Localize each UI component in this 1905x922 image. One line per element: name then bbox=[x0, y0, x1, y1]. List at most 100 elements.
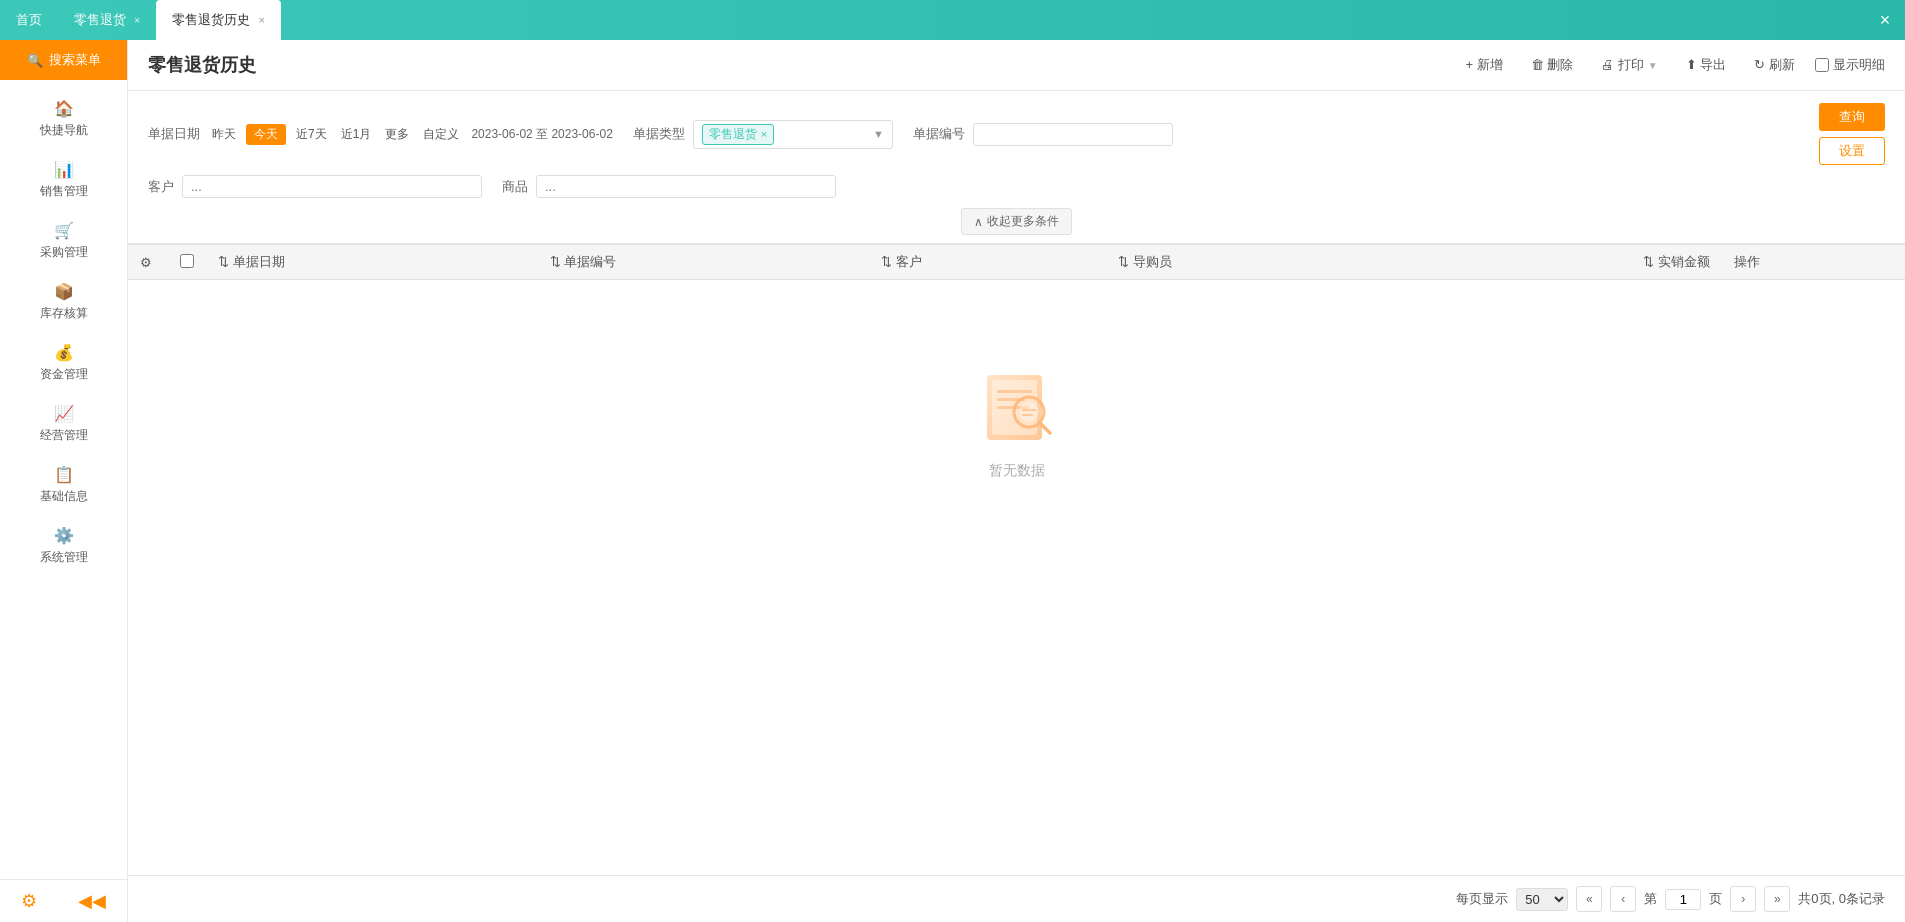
tab-close-retail-return-history[interactable]: × bbox=[258, 14, 264, 26]
data-table: ⚙ ⇅ 单据日期 ⇅ 单据编号 ⇅ 客户 bbox=[128, 244, 1905, 520]
customer-input[interactable] bbox=[182, 175, 482, 198]
sidebar-item-system-mgmt[interactable]: ⚙️ 系统管理 bbox=[0, 515, 127, 576]
date-opt-yesterday[interactable]: 昨天 bbox=[208, 124, 240, 145]
doc-type-select[interactable]: 零售退货 × ▼ bbox=[693, 120, 893, 149]
page-header: 零售退货历史 + 新增 🗑 删除 🖨 打印 ▼ ⬆ 导出 ↻ 刷新 bbox=[128, 40, 1905, 91]
table-header-row: ⚙ ⇅ 单据日期 ⇅ 单据编号 ⇅ 客户 bbox=[128, 245, 1905, 280]
pagination-bar: 每页显示 50 10 20 100 « ‹ 第 页 › » 共0页, 0条记录 bbox=[128, 875, 1905, 922]
show-detail-label: 显示明细 bbox=[1833, 56, 1885, 74]
header-actions: + 新增 🗑 删除 🖨 打印 ▼ ⬆ 导出 ↻ 刷新 显示明细 bbox=[1457, 52, 1885, 78]
doc-type-chevron-icon: ▼ bbox=[873, 128, 884, 140]
date-opt-custom[interactable]: 自定义 bbox=[419, 124, 463, 145]
collapse-filter-button[interactable]: ∧ 收起更多条件 bbox=[961, 208, 1072, 235]
empty-state-row: 暂无数据 bbox=[128, 280, 1905, 521]
print-label: 🖨 打印 bbox=[1601, 56, 1644, 74]
sidebar-item-purchase-mgmt[interactable]: 🛒 采购管理 bbox=[0, 210, 127, 271]
sidebar-item-quick-nav[interactable]: 🏠 快捷导航 bbox=[0, 88, 127, 149]
th-doc-date: ⇅ 单据日期 bbox=[206, 245, 538, 280]
tab-retail-return-history[interactable]: 零售退货历史× bbox=[156, 0, 280, 40]
empty-state-icon bbox=[967, 360, 1067, 450]
content-area: 零售退货历史 + 新增 🗑 删除 🖨 打印 ▼ ⬆ 导出 ↻ 刷新 bbox=[128, 40, 1905, 922]
collapse-up-icon: ∧ bbox=[974, 215, 983, 229]
nav-label-purchase-mgmt: 采购管理 bbox=[40, 244, 88, 261]
customer-filter-group: 客户 bbox=[148, 175, 482, 198]
th-doc-number-label: ⇅ 单据编号 bbox=[550, 254, 617, 269]
date-opt-more[interactable]: 更多 bbox=[381, 124, 413, 145]
audio-icon[interactable]: ◀◀ bbox=[78, 890, 106, 912]
query-button[interactable]: 查询 bbox=[1819, 103, 1885, 131]
next-page-button[interactable]: › bbox=[1730, 886, 1756, 912]
select-all-checkbox[interactable] bbox=[180, 254, 194, 268]
tab-list: 首页零售退货×零售退货历史× bbox=[0, 0, 1865, 40]
sidebar-nav: 🏠 快捷导航 📊 销售管理 🛒 采购管理 📦 库存核算 💰 资金管理 📈 经营管… bbox=[0, 80, 127, 879]
new-label: + 新增 bbox=[1465, 56, 1502, 74]
filter-row-2: 客户 商品 bbox=[148, 175, 1885, 198]
th-guide: ⇅ 导购员 bbox=[1106, 245, 1390, 280]
sidebar-item-inventory[interactable]: 📦 库存核算 bbox=[0, 271, 127, 332]
th-doc-number: ⇅ 单据编号 bbox=[538, 245, 870, 280]
page-size-select[interactable]: 50 10 20 100 bbox=[1516, 888, 1568, 911]
search-menu-button[interactable]: 🔍 搜索菜单 bbox=[0, 40, 127, 80]
tab-retail-return[interactable]: 零售退货× bbox=[58, 0, 156, 40]
svg-point-6 bbox=[1019, 402, 1039, 422]
date-opt-7days[interactable]: 近7天 bbox=[292, 124, 331, 145]
empty-state-cell: 暂无数据 bbox=[128, 280, 1905, 521]
nav-label-operations: 经营管理 bbox=[40, 427, 88, 444]
doc-type-tag: 零售退货 × bbox=[702, 124, 774, 145]
nav-icon-purchase-mgmt: 🛒 bbox=[54, 220, 74, 240]
tab-home[interactable]: 首页 bbox=[0, 0, 58, 40]
delete-button[interactable]: 🗑 删除 bbox=[1523, 52, 1582, 78]
doc-number-input[interactable] bbox=[973, 123, 1173, 146]
th-checkbox bbox=[168, 245, 206, 280]
print-chevron-icon: ▼ bbox=[1648, 60, 1658, 71]
filter-bar: 单据日期 昨天 今天 近7天 近1月 更多 自定义 2023-06-02 至 2… bbox=[128, 91, 1905, 244]
sidebar-item-sales-mgmt[interactable]: 📊 销售管理 bbox=[0, 149, 127, 210]
first-page-button[interactable]: « bbox=[1576, 886, 1602, 912]
th-settings: ⚙ bbox=[128, 245, 168, 280]
goods-input[interactable] bbox=[536, 175, 836, 198]
doc-type-tag-close[interactable]: × bbox=[761, 128, 767, 140]
nav-icon-quick-nav: 🏠 bbox=[54, 98, 74, 118]
page-number-input[interactable] bbox=[1665, 889, 1701, 910]
tab-close-retail-return[interactable]: × bbox=[134, 14, 140, 26]
date-options: 昨天 今天 近7天 近1月 更多 自定义 bbox=[208, 124, 463, 145]
date-filter-label: 单据日期 bbox=[148, 125, 200, 143]
last-page-button[interactable]: » bbox=[1764, 886, 1790, 912]
page-title: 零售退货历史 bbox=[148, 53, 256, 77]
show-detail-checkbox-label[interactable]: 显示明细 bbox=[1815, 56, 1885, 74]
sidebar-item-finance[interactable]: 💰 资金管理 bbox=[0, 332, 127, 393]
jump-label: 第 bbox=[1644, 890, 1657, 908]
sidebar-item-operations[interactable]: 📈 经营管理 bbox=[0, 393, 127, 454]
empty-state-text: 暂无数据 bbox=[989, 462, 1045, 480]
th-amount: ⇅ 实销金额 bbox=[1390, 245, 1722, 280]
delete-label: 🗑 删除 bbox=[1531, 56, 1574, 74]
export-button[interactable]: ⬆ 导出 bbox=[1678, 52, 1735, 78]
th-amount-label: ⇅ 实销金额 bbox=[1643, 254, 1710, 269]
table-container: ⚙ ⇅ 单据日期 ⇅ 单据编号 ⇅ 客户 bbox=[128, 244, 1905, 875]
nav-icon-finance: 💰 bbox=[54, 342, 74, 362]
sidebar-item-basic-info[interactable]: 📋 基础信息 bbox=[0, 454, 127, 515]
doc-number-label: 单据编号 bbox=[913, 125, 965, 143]
doc-type-tag-text: 零售退货 bbox=[709, 126, 757, 143]
collapse-label: 收起更多条件 bbox=[987, 213, 1059, 230]
refresh-button[interactable]: ↻ 刷新 bbox=[1746, 52, 1803, 78]
th-actions-label: 操作 bbox=[1734, 254, 1760, 269]
date-opt-1month[interactable]: 近1月 bbox=[337, 124, 376, 145]
th-actions: 操作 bbox=[1722, 245, 1905, 280]
date-filter-group: 单据日期 昨天 今天 近7天 近1月 更多 自定义 2023-06-02 至 2… bbox=[148, 124, 613, 145]
sidebar: 🔍 搜索菜单 🏠 快捷导航 📊 销售管理 🛒 采购管理 📦 库存核算 💰 资金管… bbox=[0, 40, 128, 922]
settings-icon[interactable]: ⚙ bbox=[21, 890, 37, 912]
date-opt-today[interactable]: 今天 bbox=[246, 124, 286, 145]
show-detail-checkbox[interactable] bbox=[1815, 58, 1829, 72]
prev-page-button[interactable]: ‹ bbox=[1610, 886, 1636, 912]
goods-filter-group: 商品 bbox=[502, 175, 836, 198]
refresh-label: ↻ 刷新 bbox=[1754, 56, 1795, 74]
main-layout: 🔍 搜索菜单 🏠 快捷导航 📊 销售管理 🛒 采购管理 📦 库存核算 💰 资金管… bbox=[0, 40, 1905, 922]
window-close-button[interactable]: × bbox=[1865, 0, 1905, 40]
new-button[interactable]: + 新增 bbox=[1457, 52, 1510, 78]
settings-gear-icon[interactable]: ⚙ bbox=[140, 255, 152, 270]
filter-row-1: 单据日期 昨天 今天 近7天 近1月 更多 自定义 2023-06-02 至 2… bbox=[148, 103, 1885, 165]
print-button[interactable]: 🖨 打印 ▼ bbox=[1593, 52, 1666, 78]
goods-label: 商品 bbox=[502, 178, 528, 196]
setting-button[interactable]: 设置 bbox=[1819, 137, 1885, 165]
